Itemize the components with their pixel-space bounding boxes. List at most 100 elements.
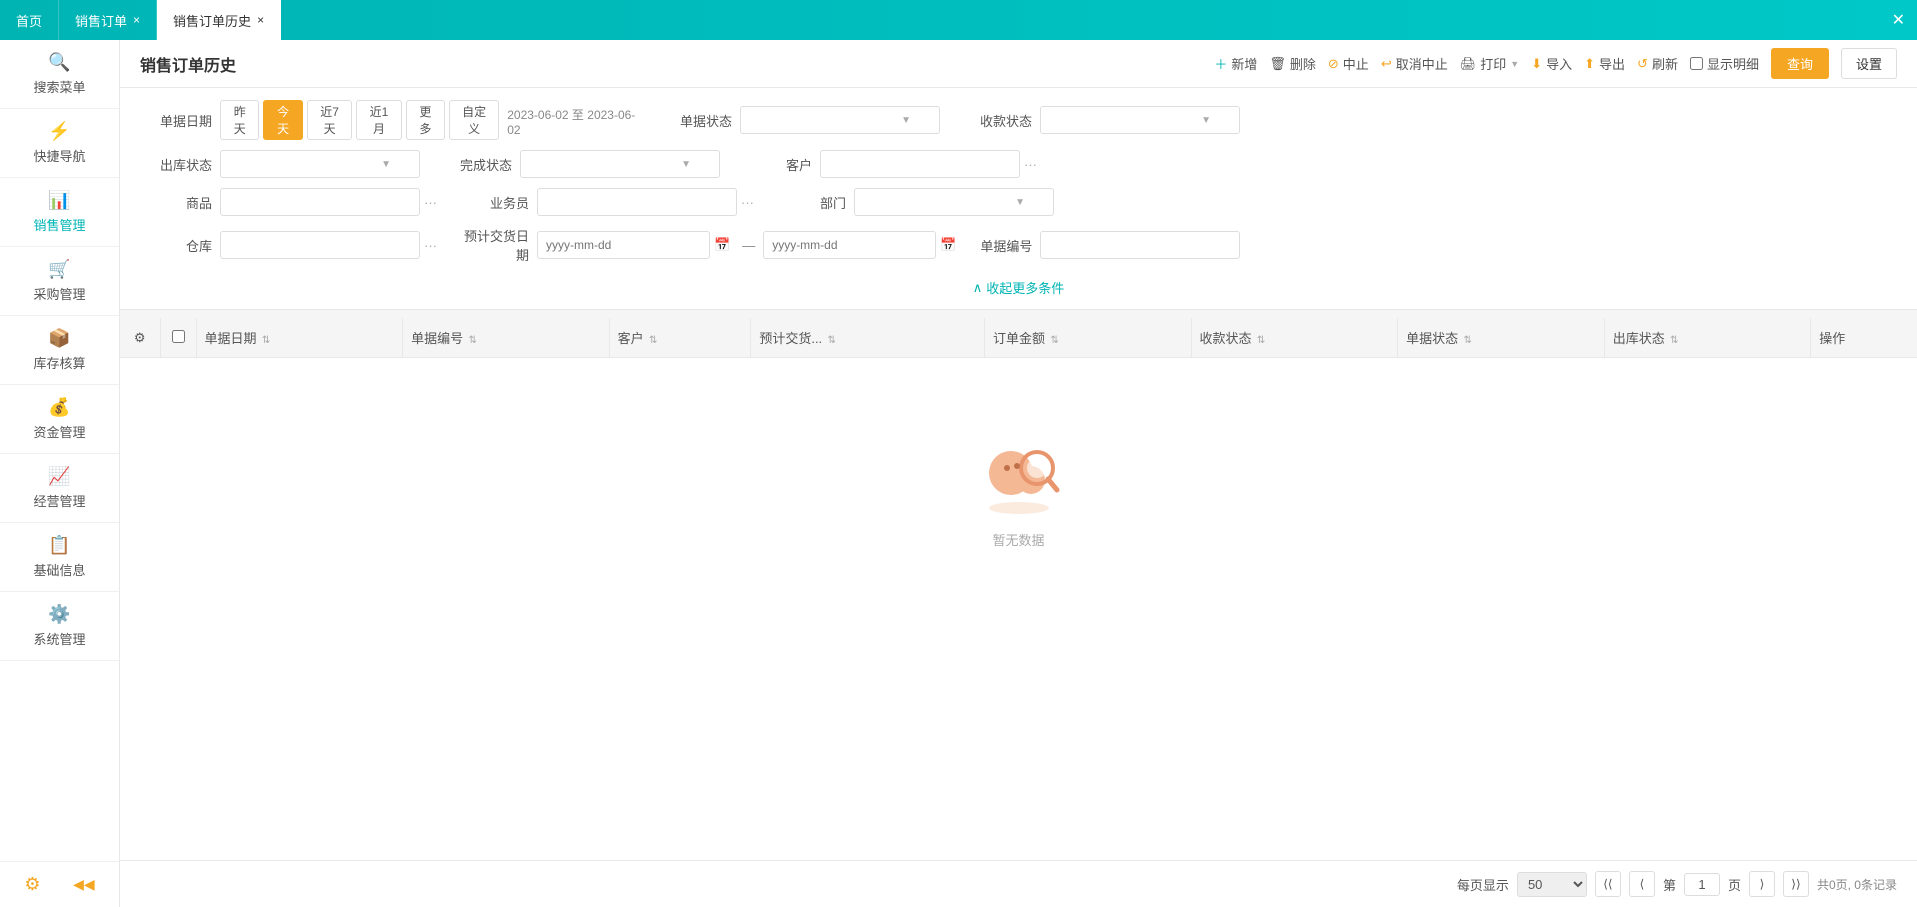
tab-sales-order-history[interactable]: 销售订单历史 ×: [157, 0, 281, 40]
date-btn-yesterday[interactable]: 昨天: [220, 100, 259, 140]
order-status-select[interactable]: ▼: [740, 106, 940, 134]
sort-amount-icon: ⇅: [1050, 335, 1058, 346]
date-btn-1month[interactable]: 近1月: [356, 100, 401, 140]
empty-text: 暂无数据: [992, 530, 1044, 549]
tab-sales-order[interactable]: 销售订单 ×: [59, 0, 157, 40]
table-header-row: ⚙ 单据日期 ⇅ 单据编号 ⇅: [120, 318, 1917, 358]
table-settings-icon[interactable]: ⚙: [134, 330, 146, 345]
page-size-label: 每页显示: [1457, 875, 1509, 894]
pay-status-select[interactable]: ▼: [1040, 106, 1240, 134]
warehouse-ellipsis[interactable]: ···: [424, 238, 437, 253]
last-page-button[interactable]: ⟩⟩: [1783, 871, 1809, 897]
filter-row-2: 出库状态 ▼ 完成状态 ▼ 客户 ···: [140, 150, 1897, 178]
date-btn-7days[interactable]: 近7天: [307, 100, 352, 140]
cancel-stop-button[interactable]: ↩ 取消中止: [1381, 54, 1448, 73]
select-all-checkbox[interactable]: [172, 330, 185, 343]
complete-status-select[interactable]: ▼: [520, 150, 720, 178]
department-chevron-icon: ▼: [1015, 197, 1025, 208]
order-status-chevron-icon: ▼: [901, 115, 911, 126]
inventory-icon: 📦: [48, 328, 70, 349]
stop-button[interactable]: ⊘ 中止: [1328, 54, 1369, 73]
print-button[interactable]: 🖨 打印 ▼: [1460, 54, 1519, 73]
order-no-input[interactable]: [1040, 231, 1240, 259]
customer-label: 客户: [740, 155, 820, 174]
filter-row-1: 单据日期 昨天 今天 近7天 近1月 更多 自定义 2023-06-02 至 2…: [140, 100, 1897, 140]
page-label: 第: [1663, 875, 1676, 894]
import-button[interactable]: ⬇ 导入: [1531, 54, 1572, 73]
salesperson-ellipsis[interactable]: ···: [741, 195, 754, 210]
sidebar-item-sales[interactable]: 📊 销售管理: [0, 178, 119, 247]
settings-button[interactable]: 设置: [1841, 48, 1897, 79]
refresh-button[interactable]: ↺ 刷新: [1637, 54, 1678, 73]
th-outbound-status[interactable]: 出库状态 ⇅: [1604, 318, 1811, 358]
goods-ellipsis[interactable]: ···: [424, 195, 437, 210]
query-button[interactable]: 查询: [1771, 48, 1829, 79]
date-range-text: 2023-06-02 至 2023-06-02: [507, 106, 640, 137]
th-expected-date[interactable]: 预计交货... ⇅: [751, 318, 985, 358]
page-title: 销售订单历史: [140, 52, 236, 76]
toolbar: ＋ 新增 🗑 删除 ⊘ 中止 ↩ 取消中止 🖨 打印: [1214, 48, 1897, 79]
page-size-select[interactable]: 50 10 20 100: [1517, 872, 1587, 897]
expected-date-from[interactable]: [537, 231, 710, 259]
print-chevron-icon: ▼: [1510, 59, 1519, 69]
close-sales-order-tab[interactable]: ×: [133, 13, 140, 27]
settings-bottom-icon[interactable]: ⚙: [24, 874, 40, 895]
show-detail-checkbox[interactable]: 显示明细: [1690, 54, 1759, 73]
salesperson-input[interactable]: [537, 188, 737, 216]
customer-input[interactable]: [820, 150, 1020, 178]
th-pay-status[interactable]: 收款状态 ⇅: [1191, 318, 1398, 358]
current-page-input[interactable]: [1684, 873, 1720, 896]
order-no-label: 单据编号: [960, 236, 1040, 255]
sidebar-item-quick-nav[interactable]: ⚡ 快捷导航: [0, 109, 119, 178]
collapse-sidebar-icon[interactable]: ◀◀: [73, 876, 95, 893]
calendar-from-icon[interactable]: 📅: [714, 237, 730, 253]
top-bar: 首页 销售订单 × 销售订单历史 × ✕: [0, 0, 1917, 40]
search-icon: 🔍: [48, 52, 70, 73]
th-settings[interactable]: ⚙: [120, 318, 160, 358]
delete-button[interactable]: 🗑 删除: [1269, 54, 1316, 73]
date-btn-today[interactable]: 今天: [263, 100, 302, 140]
department-select[interactable]: ▼: [854, 188, 1054, 216]
sidebar-item-operations[interactable]: 📈 经营管理: [0, 454, 119, 523]
tab-home[interactable]: 首页: [0, 0, 59, 40]
import-icon: ⬇: [1531, 56, 1542, 72]
sidebar-item-search[interactable]: 🔍 搜索菜单: [0, 40, 119, 109]
sidebar-item-purchase[interactable]: 🛒 采购管理: [0, 247, 119, 316]
export-button[interactable]: ⬆ 导出: [1584, 54, 1625, 73]
page-suffix-label: 页: [1728, 875, 1741, 894]
th-action: 操作: [1811, 318, 1917, 358]
goods-input[interactable]: [220, 188, 420, 216]
close-history-tab[interactable]: ×: [257, 13, 264, 27]
th-order-no[interactable]: 单据编号 ⇅: [403, 318, 610, 358]
calendar-to-icon[interactable]: 📅: [940, 237, 956, 253]
next-page-button[interactable]: ⟩: [1749, 871, 1775, 897]
pagination-bar: 每页显示 50 10 20 100 ⟨⟨ ⟨ 第 页 ⟩ ⟩⟩ 共0页, 0条记…: [120, 860, 1917, 907]
sidebar-item-finance[interactable]: 💰 资金管理: [0, 385, 119, 454]
date-separator: —: [742, 238, 755, 253]
collapse-button[interactable]: ∧ 收起更多条件: [140, 274, 1897, 297]
th-order-amount[interactable]: 订单金额 ⇅: [984, 318, 1191, 358]
sidebar-item-system[interactable]: ⚙️ 系统管理: [0, 592, 119, 661]
sidebar-item-inventory[interactable]: 📦 库存核算: [0, 316, 119, 385]
filter-row-3: 商品 ··· 业务员 ··· 部门 ▼: [140, 188, 1897, 216]
warehouse-input[interactable]: [220, 231, 420, 259]
date-btn-custom[interactable]: 自定义: [449, 100, 499, 140]
goods-label: 商品: [140, 193, 220, 212]
sidebar-item-basic-info[interactable]: 📋 基础信息: [0, 523, 119, 592]
show-detail-check[interactable]: [1690, 57, 1703, 70]
th-checkbox[interactable]: [160, 318, 196, 358]
customer-ellipsis[interactable]: ···: [1024, 157, 1037, 172]
outbound-status-select[interactable]: ▼: [220, 150, 420, 178]
sales-icon: 📊: [48, 190, 70, 211]
close-window-icon[interactable]: ✕: [1892, 10, 1905, 30]
expected-date-to[interactable]: [763, 231, 936, 259]
add-icon: ＋: [1214, 54, 1227, 73]
prev-page-button[interactable]: ⟨: [1629, 871, 1655, 897]
add-button[interactable]: ＋ 新增: [1214, 54, 1257, 73]
first-page-button[interactable]: ⟨⟨: [1595, 871, 1621, 897]
pay-status-chevron-icon: ▼: [1201, 115, 1211, 126]
th-customer[interactable]: 客户 ⇅: [609, 318, 751, 358]
th-order-status[interactable]: 单据状态 ⇅: [1398, 318, 1605, 358]
th-order-date[interactable]: 单据日期 ⇅: [196, 318, 403, 358]
date-btn-more[interactable]: 更多: [406, 100, 445, 140]
